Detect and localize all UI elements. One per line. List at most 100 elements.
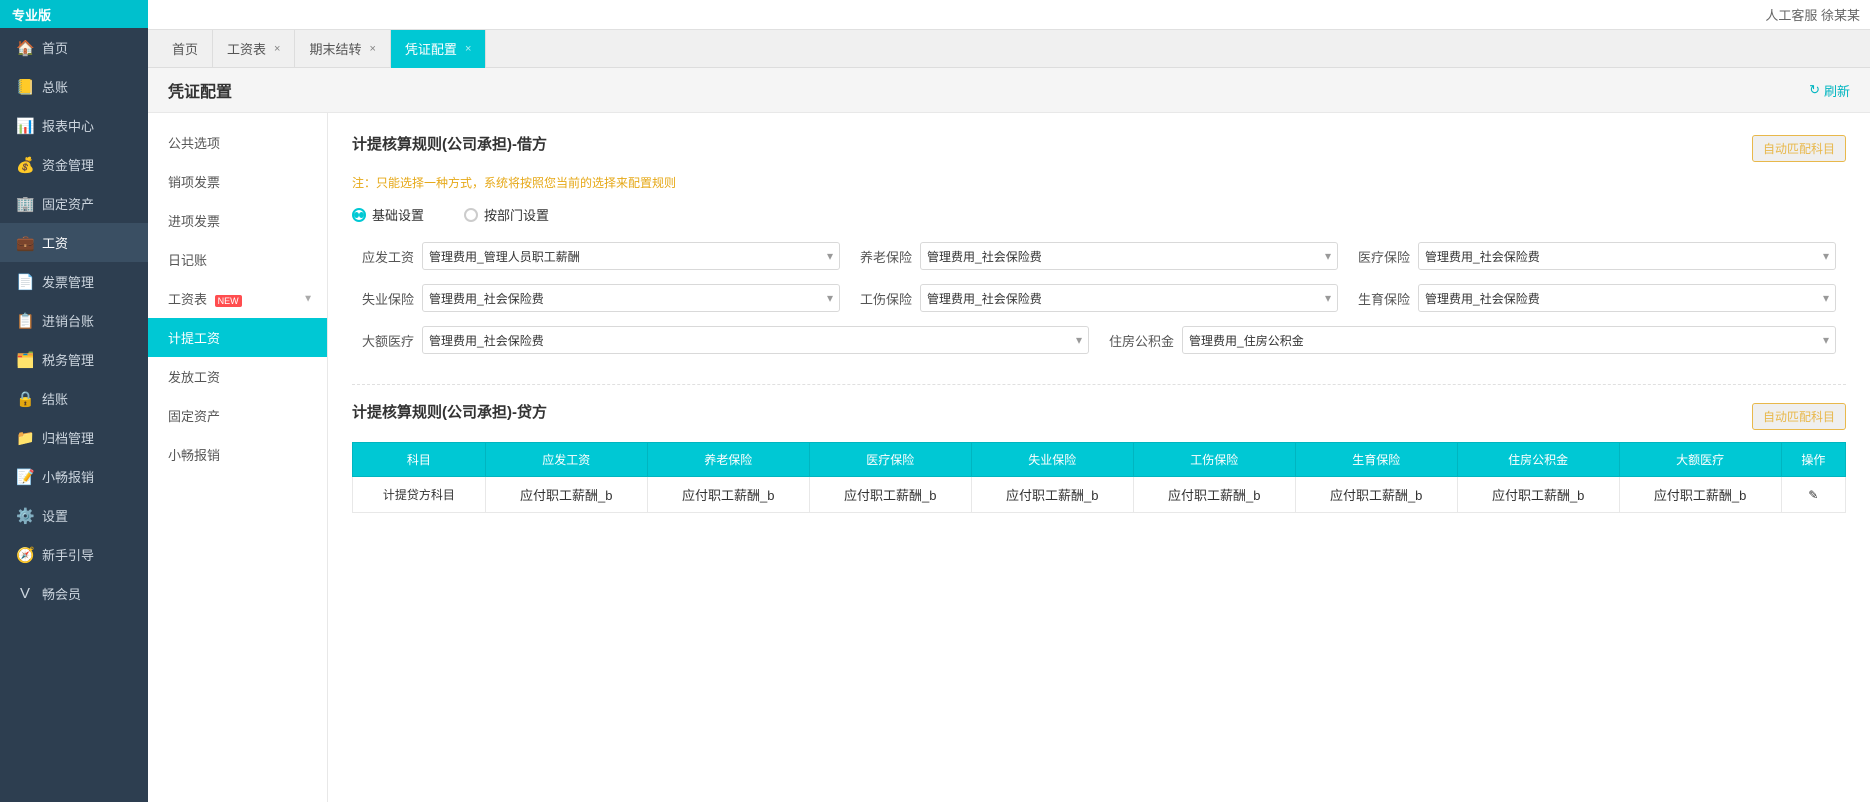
tab-voucher-config-label: 凭证配置 xyxy=(405,39,457,58)
sidebar-item-member[interactable]: V 畅会员 xyxy=(0,574,148,613)
sidebar-item-invoice[interactable]: 📄 发票管理 xyxy=(0,262,148,301)
label-housing-fund: 住房公积金 xyxy=(1109,331,1174,350)
chevron-major-medical-icon: ▾ xyxy=(1076,333,1082,347)
left-nav-purchase-invoice[interactable]: 进项发票 xyxy=(148,201,327,240)
sidebar-item-expense[interactable]: 📝 小畅报销 xyxy=(0,457,148,496)
left-nav-fixed-assets[interactable]: 固定资产 xyxy=(148,396,327,435)
select-pension[interactable]: 管理费用_社会保险费 ▾ xyxy=(920,242,1338,270)
tab-home-label: 首页 xyxy=(172,39,198,58)
th-major-medical: 大额医疗 xyxy=(1619,443,1781,477)
badge-new: NEW xyxy=(215,295,242,307)
left-nav-salary-table[interactable]: 工资表 NEW ▼ xyxy=(148,279,327,318)
radio-basic[interactable]: 基础设置 xyxy=(352,205,424,224)
label-medical: 医疗保险 xyxy=(1358,247,1410,266)
salary-icon: 💼 xyxy=(16,234,34,252)
sidebar-item-archive[interactable]: 📁 归档管理 xyxy=(0,418,148,457)
td-maternity-credit[interactable]: 应付职工薪酬_b xyxy=(1295,477,1457,513)
select-major-medical[interactable]: 管理费用_社会保险费 ▾ xyxy=(422,326,1089,354)
td-injury-credit[interactable]: 应付职工薪酬_b xyxy=(1133,477,1295,513)
sidebar-item-close[interactable]: 🔒 结账 xyxy=(0,379,148,418)
left-nav-pay-salary[interactable]: 发放工资 xyxy=(148,357,327,396)
sidebar-label-invoice: 发票管理 xyxy=(42,272,94,291)
left-nav-expense-report[interactable]: 小畅报销 xyxy=(148,435,327,474)
td-unemployment-credit[interactable]: 应付职工薪酬_b xyxy=(971,477,1133,513)
tab-voucher-config[interactable]: 凭证配置 × xyxy=(391,30,486,68)
refresh-button[interactable]: ↻ 刷新 xyxy=(1809,81,1850,100)
form-item-pension: 养老保险 管理费用_社会保险费 ▾ xyxy=(860,242,1338,270)
td-wage-credit[interactable]: 应付职工薪酬_b xyxy=(485,477,647,513)
select-wage[interactable]: 管理费用_管理人员职工薪酬 ▾ xyxy=(422,242,840,270)
ledger-icon: 📒 xyxy=(16,78,34,96)
chevron-down-icon: ▼ xyxy=(303,293,313,304)
td-pension-credit[interactable]: 应付职工薪酬_b xyxy=(647,477,809,513)
label-pension: 养老保险 xyxy=(860,247,912,266)
finance-icon: 💰 xyxy=(16,156,34,174)
sidebar-label-salary: 工资 xyxy=(42,233,68,252)
select-housing-fund-value: 管理费用_住房公积金 xyxy=(1189,332,1304,349)
auto-match-credit-button[interactable]: 自动匹配科目 xyxy=(1752,403,1846,430)
section-debit-header: 计提核算规则(公司承担)-借方 自动匹配科目 xyxy=(352,133,1846,164)
form-item-maternity: 生育保险 管理费用_社会保险费 ▾ xyxy=(1358,284,1836,312)
left-nav-journal[interactable]: 日记账 xyxy=(148,240,327,279)
tab-salary-table-close[interactable]: × xyxy=(274,43,280,55)
radio-basic-label: 基础设置 xyxy=(372,205,424,224)
report-icon: 📊 xyxy=(16,117,34,135)
sidebar-label-expense: 小畅报销 xyxy=(42,467,94,486)
td-major-medical-credit[interactable]: 应付职工薪酬_b xyxy=(1619,477,1781,513)
topbar-right: 人工客服 徐某某 xyxy=(1765,5,1860,24)
sidebar-item-guide[interactable]: 🧭 新手引导 xyxy=(0,535,148,574)
sidebar-item-purchase[interactable]: 📋 进销台账 xyxy=(0,301,148,340)
sidebar-item-finance[interactable]: 💰 资金管理 xyxy=(0,145,148,184)
radio-department[interactable]: 按部门设置 xyxy=(464,205,549,224)
left-nav-public-options[interactable]: 公共选项 xyxy=(148,123,327,162)
sidebar-item-report[interactable]: 📊 报表中心 xyxy=(0,106,148,145)
th-unemployment: 失业保险 xyxy=(971,443,1133,477)
select-housing-fund[interactable]: 管理费用_住房公积金 ▾ xyxy=(1182,326,1836,354)
select-injury[interactable]: 管理费用_社会保险费 ▾ xyxy=(920,284,1338,312)
sidebar-label-settings: 设置 xyxy=(42,506,68,525)
td-edit-action[interactable]: ✎ xyxy=(1781,477,1845,513)
sidebar-item-settings[interactable]: ⚙️ 设置 xyxy=(0,496,148,535)
tab-salary-table[interactable]: 工资表 × xyxy=(213,30,295,68)
select-maternity[interactable]: 管理费用_社会保险费 ▾ xyxy=(1418,284,1836,312)
brand-header: 专业版 xyxy=(0,0,148,28)
chevron-housing-fund-icon: ▾ xyxy=(1823,333,1829,347)
th-subject: 科目 xyxy=(353,443,486,477)
sidebar-label-guide: 新手引导 xyxy=(42,545,94,564)
left-nav: 公共选项 销项发票 进项发票 日记账 工资表 NEW ▼ 计提工资 发放工资 xyxy=(148,113,328,802)
page-title: 凭证配置 xyxy=(168,78,232,102)
tab-period-carry-label: 期末结转 xyxy=(309,39,361,58)
sidebar-item-assets[interactable]: 🏢 固定资产 xyxy=(0,184,148,223)
form-item-unemployment: 失业保险 管理费用_社会保险费 ▾ xyxy=(362,284,840,312)
select-medical[interactable]: 管理费用_社会保险费 ▾ xyxy=(1418,242,1836,270)
left-nav-sales-invoice[interactable]: 销项发票 xyxy=(148,162,327,201)
radio-group: 基础设置 按部门设置 xyxy=(352,205,1846,224)
select-major-medical-value: 管理费用_社会保险费 xyxy=(429,332,544,349)
left-nav-calculate-salary[interactable]: 计提工资 xyxy=(148,318,327,357)
tab-voucher-config-close[interactable]: × xyxy=(465,43,471,55)
auto-match-debit-button[interactable]: 自动匹配科目 xyxy=(1752,135,1846,162)
td-medical-credit[interactable]: 应付职工薪酬_b xyxy=(809,477,971,513)
sidebar-item-ledger[interactable]: 📒 总账 xyxy=(0,67,148,106)
main-content: 计提核算规则(公司承担)-借方 自动匹配科目 注：只能选择一种方式，系统将按照您… xyxy=(328,113,1870,802)
chevron-unemployment-icon: ▾ xyxy=(827,291,833,305)
form-item-housing-fund: 住房公积金 管理费用_住房公积金 ▾ xyxy=(1109,326,1836,354)
select-unemployment[interactable]: 管理费用_社会保险费 ▾ xyxy=(422,284,840,312)
tab-home[interactable]: 首页 xyxy=(158,30,213,68)
expense-icon: 📝 xyxy=(16,468,34,486)
purchase-icon: 📋 xyxy=(16,312,34,330)
sidebar-item-home[interactable]: 🏠 首页 xyxy=(0,28,148,67)
sidebar-item-tax[interactable]: 🗂️ 税务管理 xyxy=(0,340,148,379)
tab-period-carry[interactable]: 期末结转 × xyxy=(295,30,390,68)
sidebar-item-salary[interactable]: 💼 工资 xyxy=(0,223,148,262)
td-housing-credit[interactable]: 应付职工薪酬_b xyxy=(1457,477,1619,513)
brand-label: 专业版 xyxy=(12,5,51,24)
section-credit-title: 计提核算规则(公司承担)-贷方 xyxy=(352,401,547,422)
tab-period-carry-close[interactable]: × xyxy=(369,43,375,55)
sidebar-label-close: 结账 xyxy=(42,389,68,408)
label-unemployment: 失业保险 xyxy=(362,289,414,308)
close-period-icon: 🔒 xyxy=(16,390,34,408)
main-area: 人工客服 徐某某 首页 工资表 × 期末结转 × 凭证配置 × 凭证配置 ↻ 刷… xyxy=(148,0,1870,802)
section-divider xyxy=(352,384,1846,385)
sidebar-label-ledger: 总账 xyxy=(42,77,68,96)
